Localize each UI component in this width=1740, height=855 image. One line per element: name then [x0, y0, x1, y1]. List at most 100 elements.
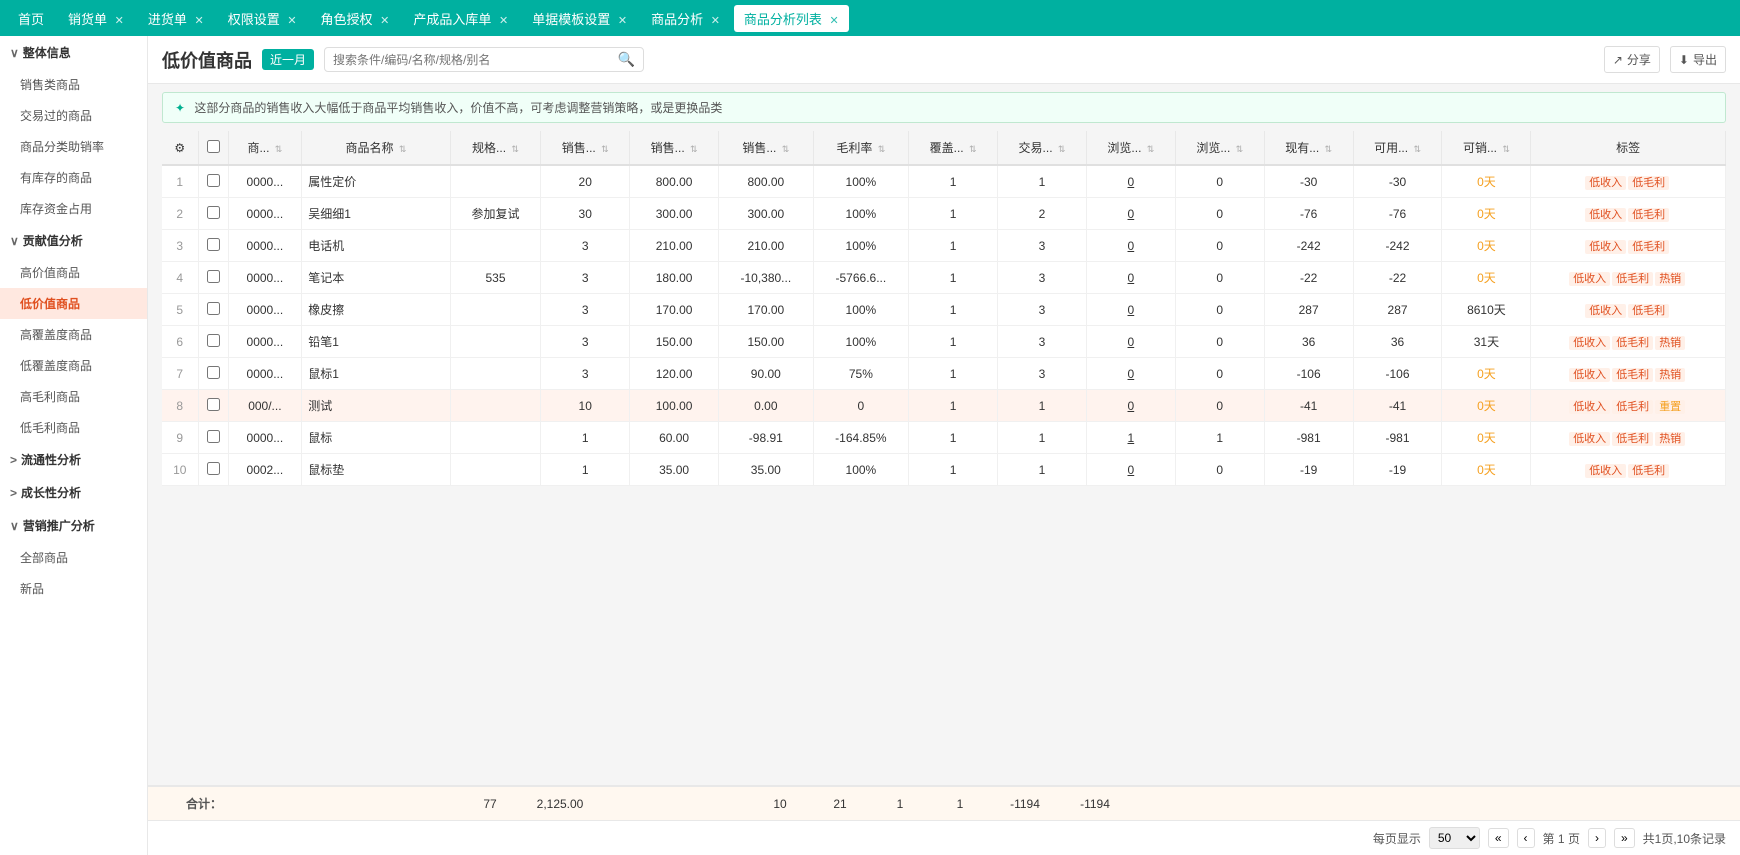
row-checkbox[interactable]	[207, 302, 220, 315]
nav-template[interactable]: 单据模板设置 ✕	[522, 5, 637, 32]
nav-home[interactable]: 首页	[8, 5, 54, 32]
nav-analysis[interactable]: 商品分析 ✕	[641, 5, 730, 32]
row-checkbox[interactable]	[207, 334, 220, 347]
sidebar-group-circulation[interactable]: > 流通性分析	[0, 443, 147, 476]
sidebar-group-marketing[interactable]: ∨ 营销推广分析	[0, 509, 147, 542]
col-sale3[interactable]: 销售... ⇅	[719, 131, 814, 165]
col-checkbox[interactable]	[198, 131, 228, 165]
sort-icon-transaction: ⇅	[1058, 144, 1066, 154]
sidebar-group-contribution[interactable]: ∨ 贡献值分析	[0, 224, 147, 257]
cell-spec: 参加复试	[450, 198, 541, 230]
col-gross[interactable]: 毛利率 ⇅	[813, 131, 909, 165]
nav-template-close[interactable]: ✕	[618, 15, 627, 27]
row-checkbox[interactable]	[207, 270, 220, 283]
cell-browse1[interactable]: 0	[1086, 262, 1175, 294]
search-input[interactable]	[333, 53, 612, 67]
nav-permission-close[interactable]: ✕	[287, 15, 296, 27]
col-settings[interactable]: ⚙	[162, 131, 198, 165]
row-checkbox[interactable]	[207, 398, 220, 411]
cell-sale1: 1	[541, 422, 630, 454]
nav-purchase-close[interactable]: ✕	[194, 15, 203, 27]
sidebar-group-overall[interactable]: ∨ 整体信息	[0, 36, 147, 69]
export-button[interactable]: ⬇ 导出	[1670, 46, 1726, 73]
sidebar-item-sales-products[interactable]: 销售类商品	[0, 69, 147, 100]
cell-browse1[interactable]: 0	[1086, 165, 1175, 198]
data-table: ⚙ 商... ⇅ 商品名称 ⇅ 规格... ⇅ 销售... ⇅ 销售... ⇅ …	[162, 131, 1726, 486]
row-checkbox[interactable]	[207, 206, 220, 219]
cell-available: 287	[1353, 294, 1442, 326]
cell-browse1[interactable]: 0	[1086, 326, 1175, 358]
sidebar-item-high-value[interactable]: 高价值商品	[0, 257, 147, 288]
nav-permission[interactable]: 权限设置 ✕	[218, 5, 307, 32]
sidebar-item-stock-fund[interactable]: 库存资金占用	[0, 193, 147, 224]
cell-checkbox[interactable]	[198, 198, 228, 230]
cell-checkbox[interactable]	[198, 390, 228, 422]
sidebar-item-low-margin[interactable]: 低毛利商品	[0, 412, 147, 443]
row-checkbox[interactable]	[207, 366, 220, 379]
cell-checkbox[interactable]	[198, 422, 228, 454]
first-page-btn[interactable]: «	[1488, 828, 1509, 848]
time-badge[interactable]: 近一月	[262, 49, 314, 70]
col-sale2[interactable]: 销售... ⇅	[630, 131, 719, 165]
next-page-btn[interactable]: ›	[1588, 828, 1606, 848]
col-coverage[interactable]: 覆盖... ⇅	[909, 131, 998, 165]
cell-browse1[interactable]: 1	[1086, 422, 1175, 454]
col-current[interactable]: 现有... ⇅	[1264, 131, 1353, 165]
sidebar-item-low-coverage[interactable]: 低覆盖度商品	[0, 350, 147, 381]
col-browse2[interactable]: 浏览... ⇅	[1175, 131, 1264, 165]
last-page-btn[interactable]: »	[1614, 828, 1635, 848]
col-transaction[interactable]: 交易... ⇅	[998, 131, 1087, 165]
col-saleable[interactable]: 可销... ⇅	[1442, 131, 1531, 165]
table-container[interactable]: ⚙ 商... ⇅ 商品名称 ⇅ 规格... ⇅ 销售... ⇅ 销售... ⇅ …	[148, 123, 1740, 785]
row-checkbox[interactable]	[207, 462, 220, 475]
sidebar-group-growth[interactable]: > 成长性分析	[0, 476, 147, 509]
nav-sales[interactable]: 销货单 ✕	[58, 5, 134, 32]
nav-sales-close[interactable]: ✕	[115, 15, 124, 27]
col-spec[interactable]: 规格... ⇅	[450, 131, 541, 165]
nav-product[interactable]: 产成品入库单 ✕	[403, 5, 518, 32]
cell-checkbox[interactable]	[198, 165, 228, 198]
cell-browse1[interactable]: 0	[1086, 230, 1175, 262]
cell-browse1[interactable]: 0	[1086, 358, 1175, 390]
cell-checkbox[interactable]	[198, 294, 228, 326]
sidebar-item-all-products[interactable]: 全部商品	[0, 542, 147, 573]
cell-checkbox[interactable]	[198, 262, 228, 294]
sidebar-item-high-coverage[interactable]: 高覆盖度商品	[0, 319, 147, 350]
col-name[interactable]: 商品名称 ⇅	[302, 131, 450, 165]
sidebar-item-new[interactable]: 新品	[0, 573, 147, 604]
cell-saleable: 0天	[1442, 198, 1531, 230]
nav-analysis-list-close[interactable]: ✕	[830, 15, 839, 27]
nav-analysis-close[interactable]: ✕	[711, 15, 720, 27]
cell-checkbox[interactable]	[198, 454, 228, 486]
search-icon[interactable]: 🔍	[618, 51, 635, 68]
per-page-select[interactable]: 50 100	[1429, 827, 1480, 849]
share-button[interactable]: ↗ 分享	[1604, 46, 1660, 73]
col-sale1[interactable]: 销售... ⇅	[541, 131, 630, 165]
sidebar-item-traded[interactable]: 交易过的商品	[0, 100, 147, 131]
sidebar-item-with-stock[interactable]: 有库存的商品	[0, 162, 147, 193]
cell-sale3: 800.00	[719, 165, 814, 198]
prev-page-btn[interactable]: ‹	[1517, 828, 1535, 848]
nav-role[interactable]: 角色授权 ✕	[311, 5, 400, 32]
cell-browse1[interactable]: 0	[1086, 454, 1175, 486]
sidebar-item-category-rate[interactable]: 商品分类助销率	[0, 131, 147, 162]
row-checkbox[interactable]	[207, 238, 220, 251]
nav-purchase[interactable]: 进货单 ✕	[138, 5, 214, 32]
select-all-checkbox[interactable]	[207, 140, 220, 153]
cell-checkbox[interactable]	[198, 326, 228, 358]
sidebar-item-high-margin[interactable]: 高毛利商品	[0, 381, 147, 412]
cell-browse1[interactable]: 0	[1086, 390, 1175, 422]
cell-browse1[interactable]: 0	[1086, 198, 1175, 230]
nav-analysis-list[interactable]: 商品分析列表 ✕	[734, 5, 849, 32]
col-browse1[interactable]: 浏览... ⇅	[1086, 131, 1175, 165]
row-checkbox[interactable]	[207, 430, 220, 443]
nav-product-close[interactable]: ✕	[499, 15, 508, 27]
nav-role-close[interactable]: ✕	[380, 15, 389, 27]
sidebar-item-low-value[interactable]: 低价值商品	[0, 288, 147, 319]
row-checkbox[interactable]	[207, 174, 220, 187]
cell-browse1[interactable]: 0	[1086, 294, 1175, 326]
col-code[interactable]: 商... ⇅	[228, 131, 302, 165]
cell-checkbox[interactable]	[198, 358, 228, 390]
col-available[interactable]: 可用... ⇅	[1353, 131, 1442, 165]
cell-checkbox[interactable]	[198, 230, 228, 262]
